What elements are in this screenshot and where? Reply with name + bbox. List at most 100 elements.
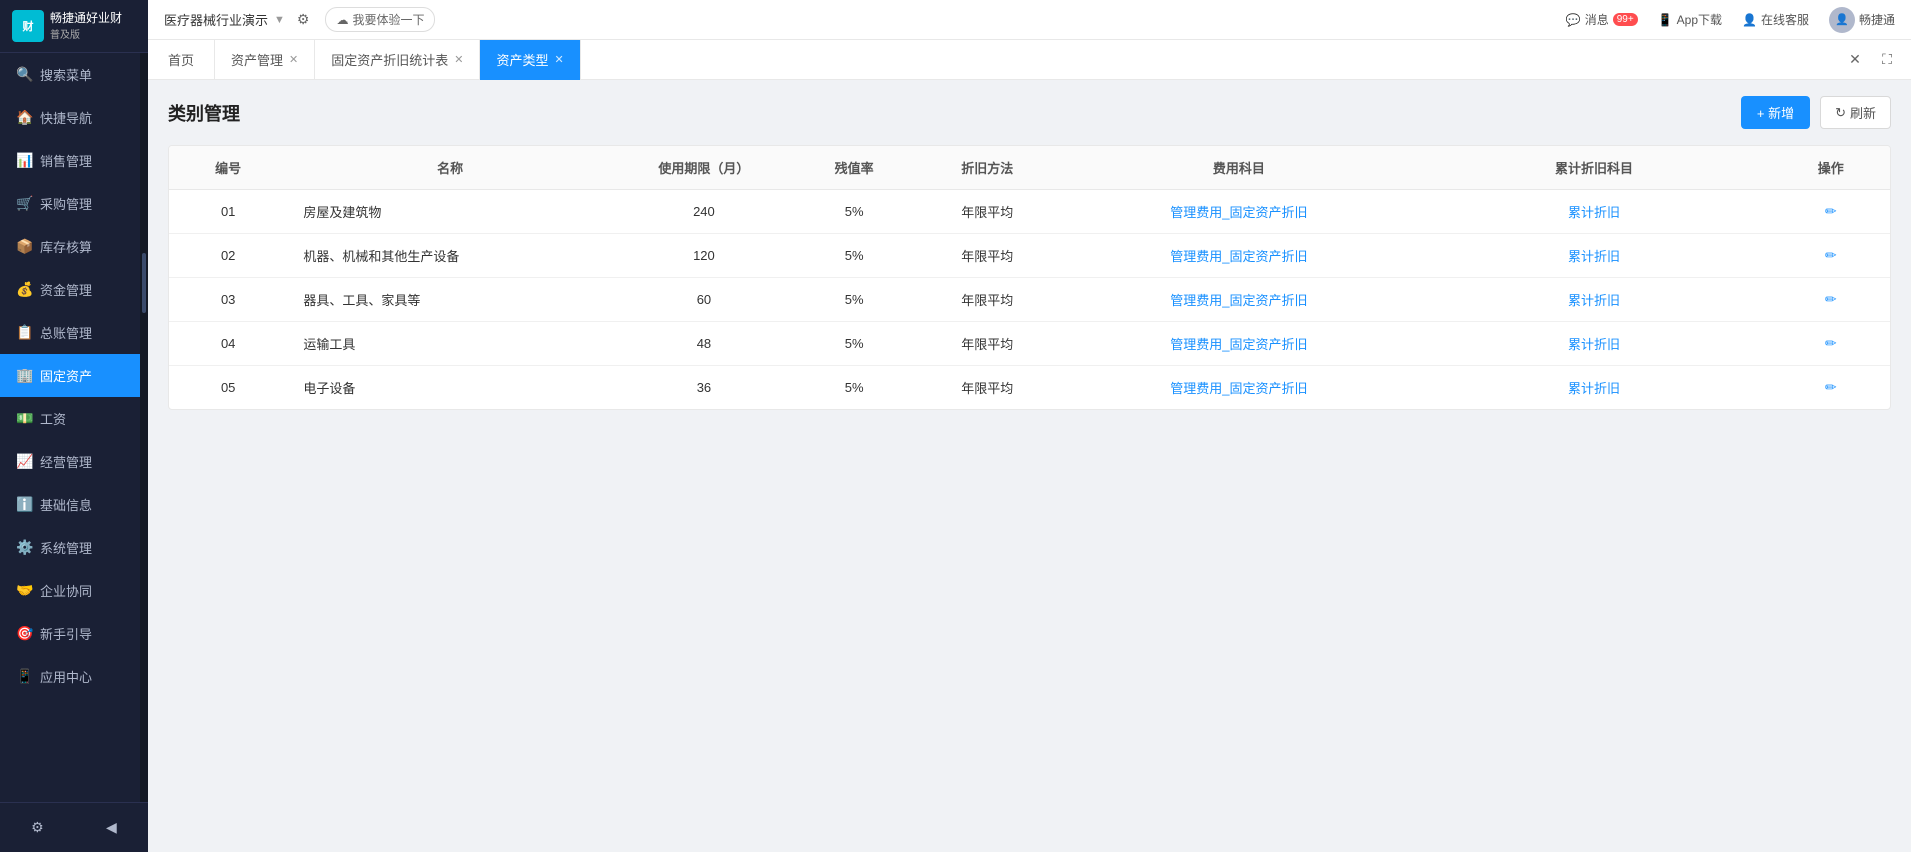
scrollbar-thumb xyxy=(142,253,146,313)
tab-asset-mgmt[interactable]: 资产管理 ✕ xyxy=(215,40,315,80)
cell-action: ✏ xyxy=(1772,322,1890,366)
workspace-settings-button[interactable]: ⚙ xyxy=(297,11,310,28)
enterprise-icon: 🤝 xyxy=(16,582,32,599)
page-title: 类别管理 xyxy=(168,100,240,126)
customer-service-button[interactable]: 👤 在线客服 xyxy=(1742,11,1809,28)
ledger-icon: 📋 xyxy=(16,324,32,341)
download-icon: 📱 xyxy=(1658,13,1673,27)
basic-info-icon: ℹ️ xyxy=(16,496,32,513)
sidebar-item-app-center[interactable]: 📱 应用中心 xyxy=(0,655,140,698)
collapse-button[interactable]: ◀ xyxy=(100,813,123,842)
experience-label: 我要体验一下 xyxy=(352,11,424,28)
edit-button[interactable]: ✏ xyxy=(1825,379,1837,395)
sidebar-item-basic-info[interactable]: ℹ️ 基础信息 xyxy=(0,483,140,526)
table-row: 04 运输工具 48 5% 年限平均 管理费用_固定资产折旧 累计折旧 ✏ xyxy=(169,322,1890,366)
workspace-selector[interactable]: 医疗器械行业演示 ▼ xyxy=(164,10,285,29)
cell-method: 年限平均 xyxy=(913,322,1061,366)
sidebar-item-label: 应用中心 xyxy=(40,667,92,686)
home-icon: 🏠 xyxy=(16,109,32,126)
tab-maximize-button[interactable]: ⛶ xyxy=(1871,44,1903,76)
cell-period: 240 xyxy=(613,190,795,234)
app-download-button[interactable]: 📱 App下载 xyxy=(1658,11,1722,28)
col-header-action: 操作 xyxy=(1772,146,1890,190)
sidebar-item-label: 快捷导航 xyxy=(40,108,92,127)
tab-asset-type-label: 资产类型 xyxy=(496,50,548,69)
cloud-icon: ☁ xyxy=(336,13,348,27)
edit-button[interactable]: ✏ xyxy=(1825,203,1837,219)
cell-no: 02 xyxy=(169,234,287,278)
payroll-icon: 💵 xyxy=(16,410,32,427)
topbar: 医疗器械行业演示 ▼ ⚙ ☁ 我要体验一下 💬 消息 99+ 📱 App下载 👤… xyxy=(148,0,1911,40)
sidebar-item-payroll[interactable]: 💵 工资 xyxy=(0,397,140,440)
settings-button[interactable]: ⚙ xyxy=(25,813,50,842)
message-badge: 99+ xyxy=(1613,13,1638,26)
sidebar-item-purchase[interactable]: 🛒 采购管理 xyxy=(0,182,140,225)
sidebar-item-operations[interactable]: 📈 经营管理 xyxy=(0,440,140,483)
col-header-cumulative: 累计折旧科目 xyxy=(1416,146,1771,190)
edit-button[interactable]: ✏ xyxy=(1825,335,1837,351)
tab-home-label: 首页 xyxy=(168,50,194,69)
cell-period: 120 xyxy=(613,234,795,278)
topbar-right: 💬 消息 99+ 📱 App下载 👤 在线客服 👤 畅捷通 xyxy=(1566,7,1895,33)
table-header-row: 编号 名称 使用期限（月） 残值率 折旧方法 费用科目 累计折旧科目 操作 xyxy=(169,146,1890,190)
tab-asset-type-close[interactable]: ✕ xyxy=(555,53,564,66)
cell-name: 房屋及建筑物 xyxy=(287,190,613,234)
cell-residual: 5% xyxy=(795,278,913,322)
sidebar-scrollbar[interactable] xyxy=(140,53,148,802)
avatar: 👤 xyxy=(1829,7,1855,33)
sidebar-item-quick-nav[interactable]: 🏠 快捷导航 xyxy=(0,96,140,139)
tab-fixed-asset-depreciation[interactable]: 固定资产折旧统计表 ✕ xyxy=(315,40,480,80)
edit-button[interactable]: ✏ xyxy=(1825,291,1837,307)
cell-residual: 5% xyxy=(795,322,913,366)
cell-name: 机器、机械和其他生产设备 xyxy=(287,234,613,278)
sidebar-item-ledger[interactable]: 📋 总账管理 xyxy=(0,311,140,354)
tab-asset-mgmt-label: 资产管理 xyxy=(231,50,283,69)
cell-no: 01 xyxy=(169,190,287,234)
tab-fixed-asset-depreciation-label: 固定资产折旧统计表 xyxy=(331,50,448,69)
col-header-residual: 残值率 xyxy=(795,146,913,190)
refresh-button[interactable]: ↻ 刷新 xyxy=(1820,96,1891,129)
cell-cumulative: 累计折旧 xyxy=(1416,190,1771,234)
new-button[interactable]: + 新增 xyxy=(1741,96,1810,129)
service-icon: 👤 xyxy=(1742,13,1757,27)
table-row: 01 房屋及建筑物 240 5% 年限平均 管理费用_固定资产折旧 累计折旧 ✏ xyxy=(169,190,1890,234)
user-profile-button[interactable]: 👤 畅捷通 xyxy=(1829,7,1895,33)
sidebar-nav: 🔍 搜索菜单 🏠 快捷导航 📊 销售管理 🛒 采购管理 📦 库存核算 💰 xyxy=(0,53,140,802)
sidebar-item-guide[interactable]: 🎯 新手引导 xyxy=(0,612,140,655)
experience-button[interactable]: ☁ 我要体验一下 xyxy=(325,7,435,32)
cell-expense: 管理费用_固定资产折旧 xyxy=(1061,190,1416,234)
sidebar-item-sales[interactable]: 📊 销售管理 xyxy=(0,139,140,182)
category-table: 编号 名称 使用期限（月） 残值率 折旧方法 费用科目 累计折旧科目 操作 01… xyxy=(169,146,1890,409)
sidebar-item-label: 搜索菜单 xyxy=(40,65,92,84)
table-row: 05 电子设备 36 5% 年限平均 管理费用_固定资产折旧 累计折旧 ✏ xyxy=(169,366,1890,410)
cell-no: 03 xyxy=(169,278,287,322)
tab-close-window-button[interactable]: ✕ xyxy=(1839,44,1871,76)
sidebar-item-label: 采购管理 xyxy=(40,194,92,213)
sidebar-item-label: 库存核算 xyxy=(40,237,92,256)
cell-name: 运输工具 xyxy=(287,322,613,366)
cell-action: ✏ xyxy=(1772,190,1890,234)
workspace-arrow-icon: ▼ xyxy=(274,14,285,26)
workspace-label: 医疗器械行业演示 xyxy=(164,10,268,29)
cell-method: 年限平均 xyxy=(913,366,1061,410)
col-header-period: 使用期限（月） xyxy=(613,146,795,190)
sidebar-item-fixed-asset[interactable]: 🏢 固定资产 xyxy=(0,354,140,397)
sidebar-item-search[interactable]: 🔍 搜索菜单 xyxy=(0,53,140,96)
message-button[interactable]: 💬 消息 99+ xyxy=(1566,11,1638,28)
table-row: 03 器具、工具、家具等 60 5% 年限平均 管理费用_固定资产折旧 累计折旧… xyxy=(169,278,1890,322)
sidebar-item-label: 新手引导 xyxy=(40,624,92,643)
sidebar-item-inventory[interactable]: 📦 库存核算 xyxy=(0,225,140,268)
sidebar-item-enterprise[interactable]: 🤝 企业协同 xyxy=(0,569,140,612)
tab-home[interactable]: 首页 xyxy=(148,40,215,80)
sidebar-logo: 财 畅捷通好业财 普及版 xyxy=(0,0,148,53)
system-icon: ⚙️ xyxy=(16,539,32,556)
sidebar-item-system[interactable]: ⚙️ 系统管理 xyxy=(0,526,140,569)
sidebar-item-finance[interactable]: 💰 资金管理 xyxy=(0,268,140,311)
tab-asset-mgmt-close[interactable]: ✕ xyxy=(289,53,298,66)
data-table: 编号 名称 使用期限（月） 残值率 折旧方法 费用科目 累计折旧科目 操作 01… xyxy=(168,145,1891,410)
cell-action: ✏ xyxy=(1772,278,1890,322)
sidebar-item-label: 总账管理 xyxy=(40,323,92,342)
tab-fixed-asset-depreciation-close[interactable]: ✕ xyxy=(454,53,463,66)
tab-asset-type[interactable]: 资产类型 ✕ xyxy=(480,40,580,80)
edit-button[interactable]: ✏ xyxy=(1825,247,1837,263)
